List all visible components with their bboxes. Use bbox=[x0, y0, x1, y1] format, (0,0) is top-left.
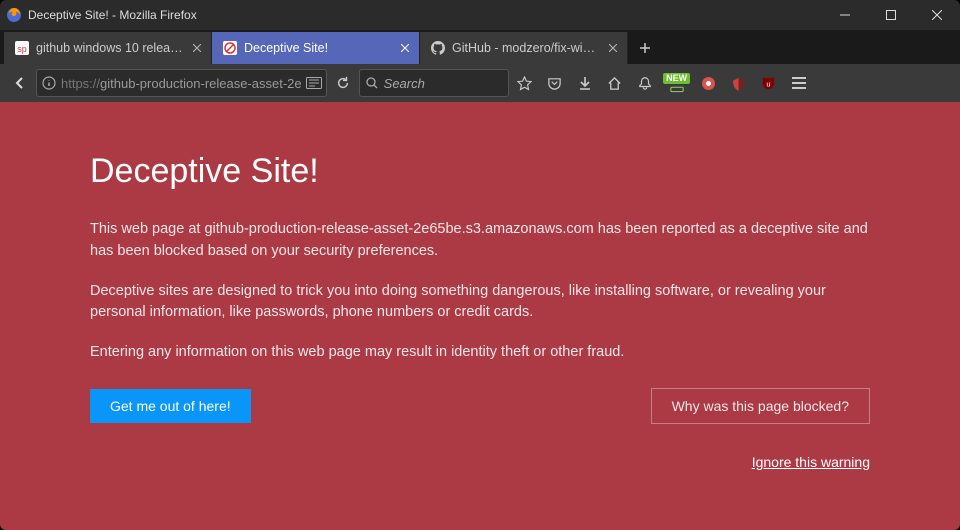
tab-github-modzero[interactable]: GitHub - modzero/fix-windo bbox=[420, 32, 628, 64]
ignore-warning-link[interactable]: Ignore this warning bbox=[752, 454, 870, 470]
why-blocked-button[interactable]: Why was this page blocked? bbox=[651, 388, 870, 424]
warning-heading: Deceptive Site! bbox=[90, 152, 870, 191]
warning-page: Deceptive Site! This web page at github-… bbox=[0, 102, 960, 530]
downloads-icon[interactable] bbox=[571, 69, 599, 97]
warning-paragraph: This web page at github-production-relea… bbox=[90, 219, 870, 263]
tab-close-icon[interactable] bbox=[397, 40, 413, 56]
url-bar[interactable]: https://github-production-release-asset-… bbox=[36, 69, 327, 97]
ignore-row: Ignore this warning bbox=[90, 454, 870, 472]
tab-strip: sp github windows 10 releases Deceptive … bbox=[0, 30, 960, 64]
maximize-button[interactable] bbox=[868, 0, 914, 30]
home-icon[interactable] bbox=[601, 69, 629, 97]
firefox-window: Deceptive Site! - Mozilla Firefox sp git… bbox=[0, 0, 960, 530]
extension-shield-icon[interactable] bbox=[725, 69, 753, 97]
extension-noscript-icon[interactable] bbox=[695, 69, 723, 97]
search-placeholder: Search bbox=[384, 76, 425, 91]
warning-favicon-icon bbox=[222, 40, 238, 56]
search-icon bbox=[366, 77, 378, 89]
url-text: https://github-production-release-asset-… bbox=[61, 76, 302, 91]
button-row: Get me out of here! Why was this page bl… bbox=[90, 388, 870, 424]
warning-paragraph: Deceptive sites are designed to trick yo… bbox=[90, 281, 870, 325]
tab-close-icon[interactable] bbox=[189, 40, 205, 56]
pocket-icon[interactable] bbox=[541, 69, 569, 97]
warning-paragraph: Entering any information on this web pag… bbox=[90, 342, 870, 364]
identity-icon[interactable] bbox=[41, 76, 57, 90]
favicon-icon: sp bbox=[14, 40, 30, 56]
reload-button[interactable] bbox=[329, 69, 357, 97]
tab-label: Deceptive Site! bbox=[244, 41, 391, 55]
tab-label: GitHub - modzero/fix-windo bbox=[452, 41, 599, 55]
search-bar[interactable]: Search bbox=[359, 69, 509, 97]
tab-deceptive-site[interactable]: Deceptive Site! bbox=[212, 32, 420, 64]
new-tab-button[interactable] bbox=[628, 32, 662, 64]
tab-label: github windows 10 releases bbox=[36, 41, 183, 55]
whats-new-button[interactable]: NEW bbox=[661, 69, 693, 97]
menu-button[interactable] bbox=[785, 69, 813, 97]
nav-toolbar: https://github-production-release-asset-… bbox=[0, 64, 960, 102]
titlebar: Deceptive Site! - Mozilla Firefox bbox=[0, 0, 960, 30]
notifications-icon[interactable] bbox=[631, 69, 659, 97]
bookmark-star-icon[interactable] bbox=[511, 69, 539, 97]
back-button[interactable] bbox=[6, 69, 34, 97]
firefox-icon bbox=[6, 7, 22, 23]
tab-close-icon[interactable] bbox=[605, 40, 621, 56]
tab-github-releases[interactable]: sp github windows 10 releases bbox=[4, 32, 212, 64]
close-button[interactable] bbox=[914, 0, 960, 30]
window-title: Deceptive Site! - Mozilla Firefox bbox=[28, 8, 822, 22]
svg-text:sp: sp bbox=[17, 44, 27, 54]
reader-mode-icon[interactable] bbox=[306, 77, 322, 89]
github-favicon-icon bbox=[430, 40, 446, 56]
minimize-button[interactable] bbox=[822, 0, 868, 30]
extension-ublock-icon[interactable]: u bbox=[755, 69, 783, 97]
get-out-button[interactable]: Get me out of here! bbox=[90, 389, 251, 423]
svg-text:u: u bbox=[767, 79, 771, 88]
